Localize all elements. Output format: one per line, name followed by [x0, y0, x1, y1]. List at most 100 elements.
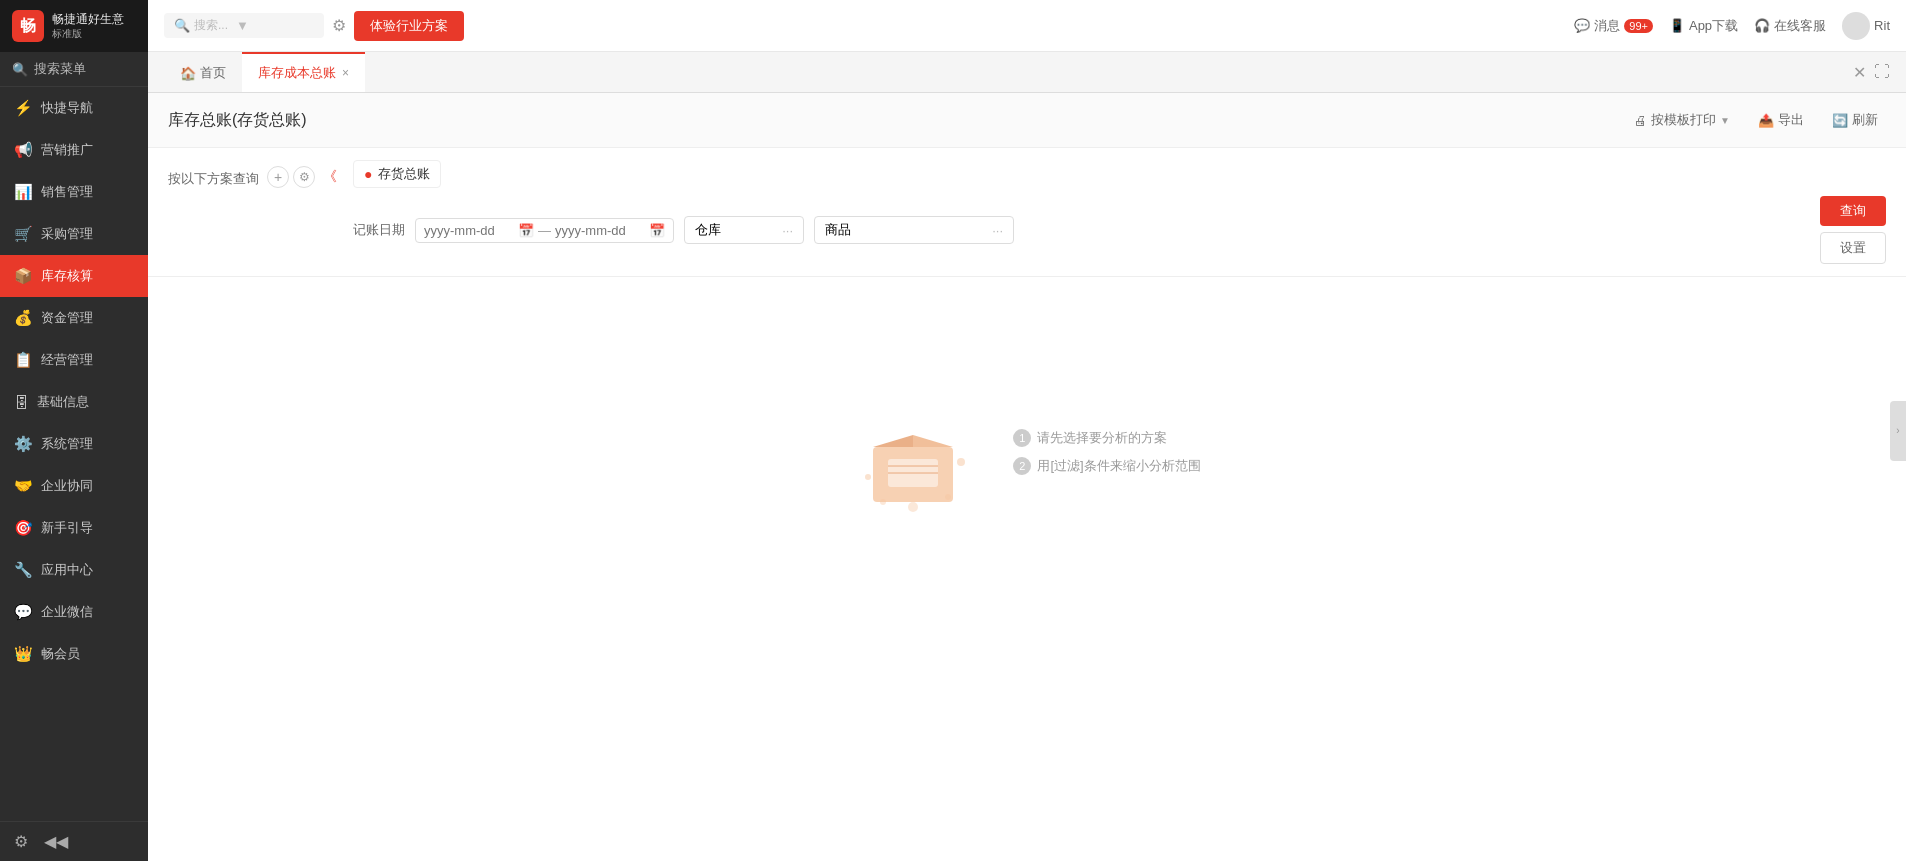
add-filter-btn[interactable]: +	[267, 166, 289, 188]
query-settings-btns: 查询 设置	[1820, 196, 1886, 264]
avatar	[1842, 12, 1870, 40]
svg-point-4	[865, 474, 871, 480]
export-label: 导出	[1778, 111, 1804, 129]
sidebar-item-label: 营销推广	[41, 141, 93, 159]
tip-num-1: 1	[1013, 429, 1031, 447]
date-end-input[interactable]	[555, 223, 645, 238]
member-icon: 👑	[14, 645, 33, 663]
sidebar-item-basic[interactable]: 🗄 基础信息	[0, 381, 148, 423]
phone-icon: 📱	[1669, 18, 1685, 33]
refresh-btn[interactable]: 🔄 刷新	[1824, 107, 1886, 133]
refresh-label: 刷新	[1852, 111, 1878, 129]
filter-add-btns: + ⚙ 《	[267, 164, 341, 188]
logo-icon: 畅	[12, 10, 44, 42]
close-window-btn[interactable]: ✕	[1853, 63, 1866, 82]
sidebar: 畅 畅捷通好生意 标准版 🔍 搜索菜单 ⚡ 快捷导航 📢 营销推广 📊 销售管理…	[0, 0, 148, 861]
newbie-icon: 🎯	[14, 519, 33, 537]
sidebar-item-operations[interactable]: 📋 经营管理	[0, 339, 148, 381]
settings-bottom-icon[interactable]: ⚙	[14, 832, 28, 851]
sidebar-item-inventory[interactable]: 📦 库存核算	[0, 255, 148, 297]
tip-text-1: 请先选择要分析的方案	[1037, 429, 1167, 447]
tab-inventory-ledger[interactable]: 库存成本总账 ×	[242, 52, 365, 92]
message-label: 消息	[1594, 17, 1620, 35]
warehouse-more-icon[interactable]: ···	[782, 223, 793, 238]
message-btn[interactable]: 💬 消息 99+	[1574, 17, 1653, 35]
product-more-icon[interactable]: ···	[992, 223, 1003, 238]
wechat-icon: 💬	[14, 603, 33, 621]
settings-btn[interactable]: 设置	[1820, 232, 1886, 264]
date-range-filter[interactable]: 📅 — 📅	[415, 218, 674, 243]
empty-content: 1 请先选择要分析的方案 2 用[过滤]条件来缩小分析范围	[853, 397, 1200, 517]
sidebar-item-label: 企业微信	[41, 603, 93, 621]
main-area: 🔍 搜索... ▼ ⚙ 体验行业方案 💬 消息 99+ 📱 App下载 🎧 在线…	[148, 0, 1906, 861]
app-download-btn[interactable]: 📱 App下载	[1669, 17, 1738, 35]
online-service-label: 在线客服	[1774, 17, 1826, 35]
tip-num-2: 2	[1013, 457, 1031, 475]
sidebar-item-label: 新手引导	[41, 519, 93, 537]
scheme-item[interactable]: ● 存货总账	[353, 160, 441, 188]
sidebar-item-enterprise[interactable]: 🤝 企业协同	[0, 465, 148, 507]
app-logo: 畅 畅捷通好生意 标准版	[0, 0, 148, 52]
tab-active-label: 库存成本总账	[258, 64, 336, 82]
filter-area: 按以下方案查询 + ⚙ 《 ● 存货总账 记账日期	[148, 148, 1906, 277]
filter-settings-btn[interactable]: ⚙	[293, 166, 315, 188]
sidebar-item-label: 销售管理	[41, 183, 93, 201]
calendar-end-icon[interactable]: 📅	[649, 223, 665, 238]
sidebar-item-finance[interactable]: 💰 资金管理	[0, 297, 148, 339]
scheme-name: 存货总账	[378, 165, 430, 183]
chevron-right-icon: ›	[1896, 425, 1899, 436]
collapse-icon[interactable]: ◀◀	[44, 832, 68, 851]
date-start-input[interactable]	[424, 223, 514, 238]
sidebar-item-label: 畅会员	[41, 645, 80, 663]
home-icon: 🏠	[180, 66, 196, 81]
topbar-right: 💬 消息 99+ 📱 App下载 🎧 在线客服 Rit	[1574, 12, 1890, 40]
page-header: 库存总账(存货总账) 🖨 按模板打印 ▼ 📤 导出 🔄 刷新	[148, 93, 1906, 148]
search-menu[interactable]: 🔍 搜索菜单	[0, 52, 148, 87]
shortcuts-icon: ⚡	[14, 99, 33, 117]
settings-icon[interactable]: ⚙	[332, 16, 346, 35]
refresh-icon: 🔄	[1832, 113, 1848, 128]
empty-tips: 1 请先选择要分析的方案 2 用[过滤]条件来缩小分析范围	[1013, 429, 1200, 485]
print-btn[interactable]: 🖨 按模板打印 ▼	[1626, 107, 1738, 133]
print-dropdown-icon[interactable]: ▼	[1720, 115, 1730, 126]
right-panel-toggle[interactable]: ›	[1890, 401, 1906, 461]
sidebar-item-newbie[interactable]: 🎯 新手引导	[0, 507, 148, 549]
filter-row: 记账日期 📅 — 📅 仓库 ··· 商品 ···	[353, 196, 1886, 264]
sidebar-item-purchase[interactable]: 🛒 采购管理	[0, 213, 148, 255]
sidebar-item-appstore[interactable]: 🔧 应用中心	[0, 549, 148, 591]
empty-state: 1 请先选择要分析的方案 2 用[过滤]条件来缩小分析范围	[148, 277, 1906, 637]
expand-btn[interactable]: ⛶	[1874, 63, 1890, 81]
operations-icon: 📋	[14, 351, 33, 369]
tab-home[interactable]: 🏠 首页	[164, 52, 242, 92]
sidebar-item-wechat[interactable]: 💬 企业微信	[0, 591, 148, 633]
tab-close-btn[interactable]: ×	[342, 66, 349, 80]
sidebar-item-label: 快捷导航	[41, 99, 93, 117]
topbar-search[interactable]: 🔍 搜索... ▼	[164, 13, 324, 38]
online-service-btn[interactable]: 🎧 在线客服	[1754, 17, 1826, 35]
sidebar-item-marketing[interactable]: 📢 营销推广	[0, 129, 148, 171]
export-btn[interactable]: 📤 导出	[1750, 107, 1812, 133]
headset-icon: 🎧	[1754, 18, 1770, 33]
warehouse-filter[interactable]: 仓库 ···	[684, 216, 804, 244]
industry-btn[interactable]: 体验行业方案	[354, 11, 464, 41]
empty-box-svg	[853, 397, 973, 517]
date-separator: —	[538, 223, 551, 238]
sidebar-item-member[interactable]: 👑 畅会员	[0, 633, 148, 675]
sidebar-item-label: 企业协同	[41, 477, 93, 495]
sales-icon: 📊	[14, 183, 33, 201]
collapse-filter-btn[interactable]: 《	[319, 166, 341, 188]
calendar-start-icon[interactable]: 📅	[518, 223, 534, 238]
sidebar-nav: ⚡ 快捷导航 📢 营销推广 📊 销售管理 🛒 采购管理 📦 库存核算 💰 资金管…	[0, 87, 148, 821]
date-label: 记账日期	[353, 221, 405, 239]
message-badge: 99+	[1624, 19, 1653, 33]
sidebar-item-system[interactable]: ⚙️ 系统管理	[0, 423, 148, 465]
sidebar-item-shortcuts[interactable]: ⚡ 快捷导航	[0, 87, 148, 129]
tip-text-2: 用[过滤]条件来缩小分析范围	[1037, 457, 1200, 475]
topbar-search-icon: 🔍	[174, 18, 190, 33]
page-actions: 🖨 按模板打印 ▼ 📤 导出 🔄 刷新	[1626, 107, 1886, 133]
query-btn[interactable]: 查询	[1820, 196, 1886, 226]
user-avatar-btn[interactable]: Rit	[1842, 12, 1890, 40]
sidebar-item-sales[interactable]: 📊 销售管理	[0, 171, 148, 213]
product-filter[interactable]: 商品 ···	[814, 216, 1014, 244]
message-icon: 💬	[1574, 18, 1590, 33]
